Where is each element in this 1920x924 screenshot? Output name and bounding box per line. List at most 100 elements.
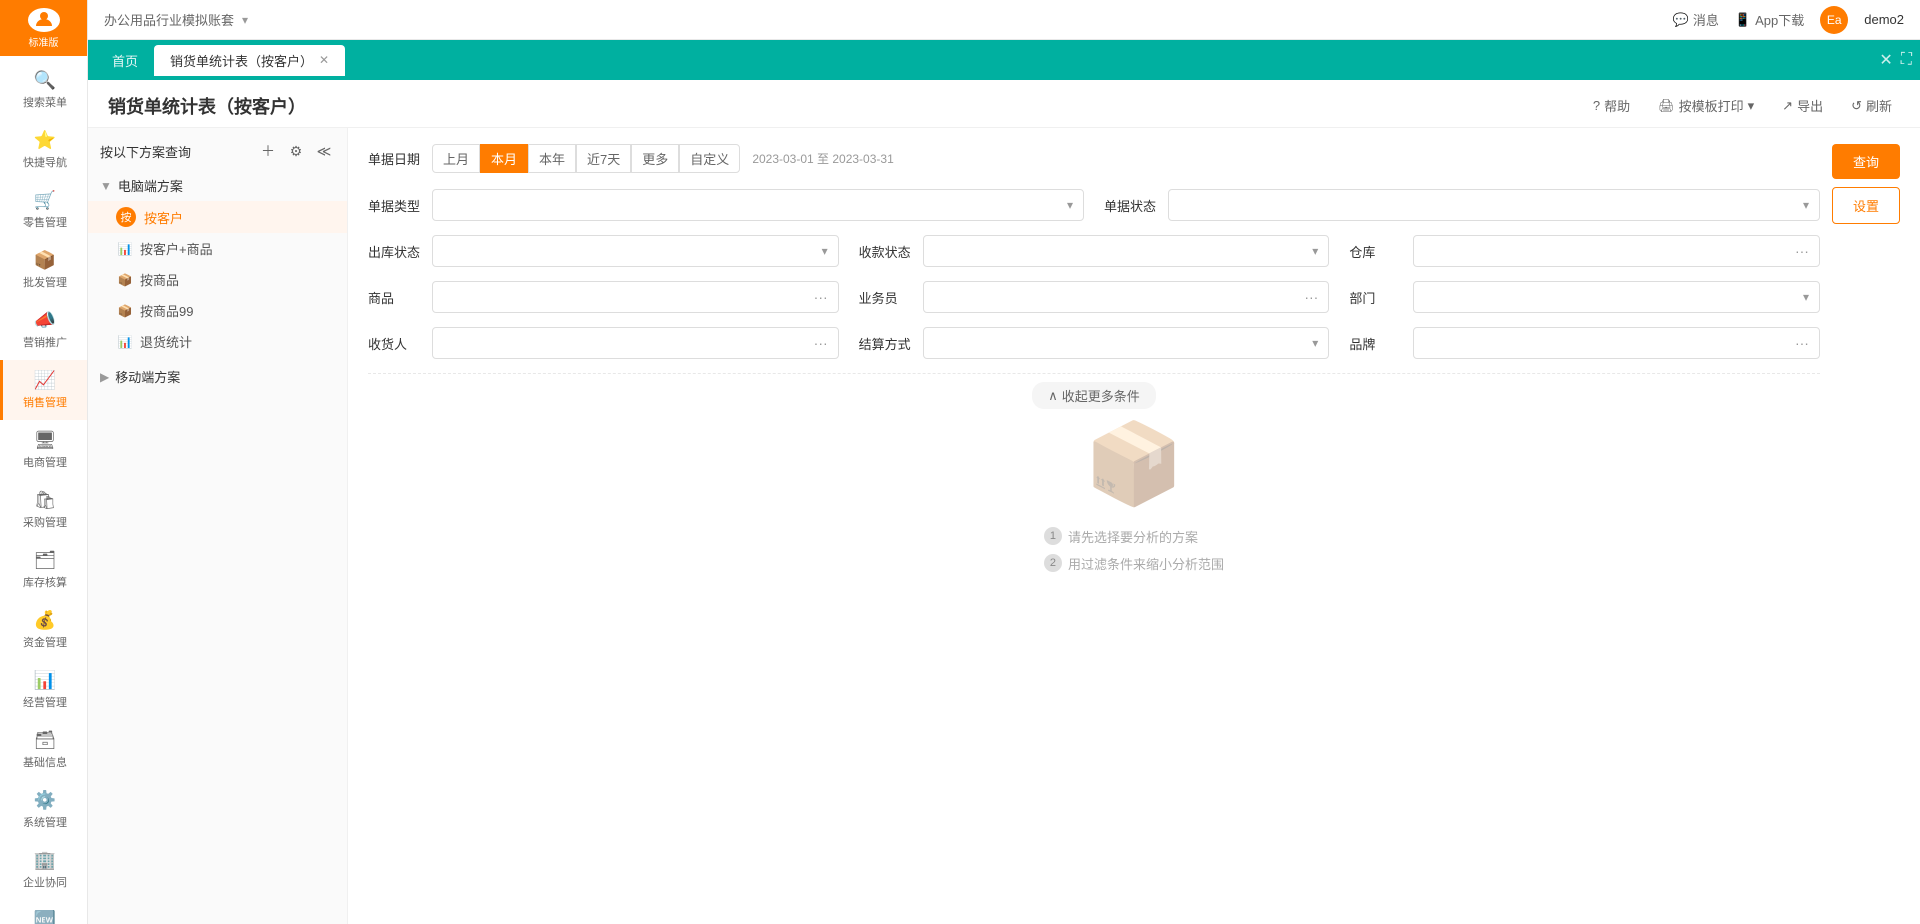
tip-num-2: 2 [1044,554,1062,572]
collapse-button[interactable]: ∧ 收起更多条件 [1032,382,1156,409]
export-button[interactable]: ↗ 导出 [1774,92,1831,119]
user-name[interactable]: demo2 [1864,12,1904,27]
scheme-item-by-product[interactable]: 📦 按商品 [88,264,347,295]
filter-pay-status: 收款状态 ▾ [859,235,1330,267]
avatar: Ea [1820,6,1848,34]
logo-icon [28,8,60,32]
scheme-header-title: 按以下方案查询 [100,142,249,161]
sidebar-item-inventory[interactable]: 🗂 库存核算 [0,540,87,600]
sidebar-item-ecommerce[interactable]: 🖥 电商管理 [0,420,87,480]
industry-chevron-icon: ▾ [242,13,248,27]
recipient-control[interactable]: ··· [432,327,839,359]
tab-close-icon[interactable]: ✕ [319,53,329,67]
print-icon: 🖨 [1658,98,1675,114]
pay-status-control[interactable]: ▾ [923,235,1330,267]
tip-num-1: 1 [1044,527,1062,545]
messages-button[interactable]: 💬 消息 [1673,10,1719,29]
filter-out-status: 出库状态 ▾ [368,235,839,267]
scheme-group-mobile-title[interactable]: ▶ 移动端方案 [88,361,347,392]
tab-sales-stat[interactable]: 销货单统计表（按客户） ✕ [154,45,345,76]
filter-doc-status: 单据状态 ▾ [1104,189,1820,221]
export-icon: ↗ [1782,98,1793,114]
scheme-settings-button[interactable]: ⚙ [285,140,307,162]
doc-type-control[interactable]: ▾ [432,189,1084,221]
sidebar-item-basic[interactable]: 🗃 基础信息 [0,720,87,780]
inventory-icon: 🗂 [34,550,57,571]
date-tab-this-year[interactable]: 本年 [528,144,576,173]
tab-close-all-icon[interactable]: ✕ [1879,50,1892,70]
warehouse-dots-icon[interactable]: ··· [1795,243,1809,259]
page-header: 销货单统计表（按客户） ? 帮助 🖨 按模板打印 ▾ ↗ 导出 [88,80,1920,128]
empty-tips: 1 请先选择要分析的方案 2 用过滤条件来缩小分析范围 [1044,527,1224,573]
scheme-item-icon-3: 📦 [116,302,134,320]
date-tab-custom[interactable]: 自定义 [679,144,740,173]
empty-state: 📦 1 请先选择要分析的方案 2 用过滤条件来缩小分析范围 [368,417,1900,573]
scheme-item-by-customer[interactable]: 按 按客户 [88,201,347,233]
scheme-item-by-product-99[interactable]: 📦 按商品99 [88,295,347,326]
app-download-button[interactable]: 📱 App下载 [1735,10,1804,29]
mobile-group-arrow-icon: ▶ [100,370,109,384]
scheme-item-icon-2: 📦 [116,271,134,289]
retail-icon: 🛒 [34,190,56,211]
help-icon: ? [1593,98,1600,113]
out-status-control[interactable]: ▾ [432,235,839,267]
query-button[interactable]: 查询 [1832,144,1900,179]
product-control[interactable]: ··· [432,281,839,313]
doc-status-arrow-icon: ▾ [1803,198,1809,212]
scheme-add-button[interactable]: ＋ [257,140,279,162]
settlement-control[interactable]: ▾ [923,327,1330,359]
sidebar-item-quicknav[interactable]: ⭐ 快捷导航 [0,120,87,180]
refresh-icon: ↺ [1851,98,1862,114]
template-print-button[interactable]: 🖨 按模板打印 ▾ [1650,92,1762,119]
sidebar-item-label-purchase: 采购管理 [23,514,67,530]
sidebar-item-system[interactable]: ⚙️ 系统管理 [0,780,87,840]
operations-icon: 📊 [34,670,56,691]
sidebar-item-sales[interactable]: 📈 销售管理 [0,360,87,420]
sidebar-item-search[interactable]: 🔍 搜索菜单 [0,60,87,120]
help-button[interactable]: ? 帮助 [1585,92,1638,119]
warehouse-control[interactable]: ··· [1413,235,1820,267]
date-tab-last-month[interactable]: 上月 [432,144,480,173]
settings-button[interactable]: 设置 [1832,187,1900,224]
enterprise-icon: 🏢 [34,850,56,871]
sidebar-item-newbie[interactable]: 🆕 新手引导 [0,900,87,924]
page-inner: 销货单统计表（按客户） ? 帮助 🖨 按模板打印 ▾ ↗ 导出 [88,80,1920,924]
doc-status-control[interactable]: ▾ [1168,189,1820,221]
filter-settlement: 结算方式 ▾ [859,327,1330,359]
recipient-dots-icon[interactable]: ··· [814,335,828,351]
date-tab-more[interactable]: 更多 [631,144,679,173]
sidebar-item-label-sales: 销售管理 [23,394,67,410]
scheme-panel: 按以下方案查询 ＋ ⚙ ≪ ▼ 电脑端方案 [88,128,348,924]
brand-control[interactable]: ··· [1413,327,1820,359]
refresh-button[interactable]: ↺ 刷新 [1843,92,1900,119]
salesperson-dots-icon[interactable]: ··· [1304,289,1318,305]
date-label: 单据日期 [368,149,424,168]
salesperson-control[interactable]: ··· [923,281,1330,313]
tab-expand-icon[interactable]: ⛶ [1901,51,1912,69]
content-area: 按以下方案查询 ＋ ⚙ ≪ ▼ 电脑端方案 [88,128,1920,924]
out-status-arrow-icon: ▾ [822,244,828,258]
date-tab-this-month[interactable]: 本月 [480,144,528,173]
department-control[interactable]: ▾ [1413,281,1820,313]
sidebar-item-wholesale[interactable]: 📦 批发管理 [0,240,87,300]
sidebar-item-label-marketing: 营销推广 [23,334,67,350]
basic-icon: 🗃 [34,730,57,751]
brand-dots-icon[interactable]: ··· [1795,335,1809,351]
filter-panel: 单据日期 上月 本月 本年 近7天 更多 自定义 2023-03-01 至 20… [348,128,1920,924]
sidebar-item-purchase[interactable]: 🛍 采购管理 [0,480,87,540]
scheme-item-by-customer-product[interactable]: 📊 按客户+商品 [88,233,347,264]
product-dots-icon[interactable]: ··· [814,289,828,305]
scheme-collapse-button[interactable]: ≪ [313,140,335,162]
scheme-group-desktop-title[interactable]: ▼ 电脑端方案 [88,170,347,201]
sidebar-item-finance[interactable]: 💰 资金管理 [0,600,87,660]
scheme-item-return-stat[interactable]: 📊 退货统计 [88,326,347,357]
tab-home[interactable]: 首页 [96,45,154,76]
scheme-item-by-product-label: 按商品 [140,270,179,289]
sidebar-menu: 🔍 搜索菜单 ⭐ 快捷导航 🛒 零售管理 📦 批发管理 📣 营销推广 📈 销售管… [0,56,87,924]
messages-label: 消息 [1693,10,1719,29]
sidebar-item-marketing[interactable]: 📣 营销推广 [0,300,87,360]
sidebar-item-operations[interactable]: 📊 经营管理 [0,660,87,720]
date-tab-7days[interactable]: 近7天 [576,144,631,173]
sidebar-item-retail[interactable]: 🛒 零售管理 [0,180,87,240]
sidebar-item-enterprise[interactable]: 🏢 企业协同 [0,840,87,900]
